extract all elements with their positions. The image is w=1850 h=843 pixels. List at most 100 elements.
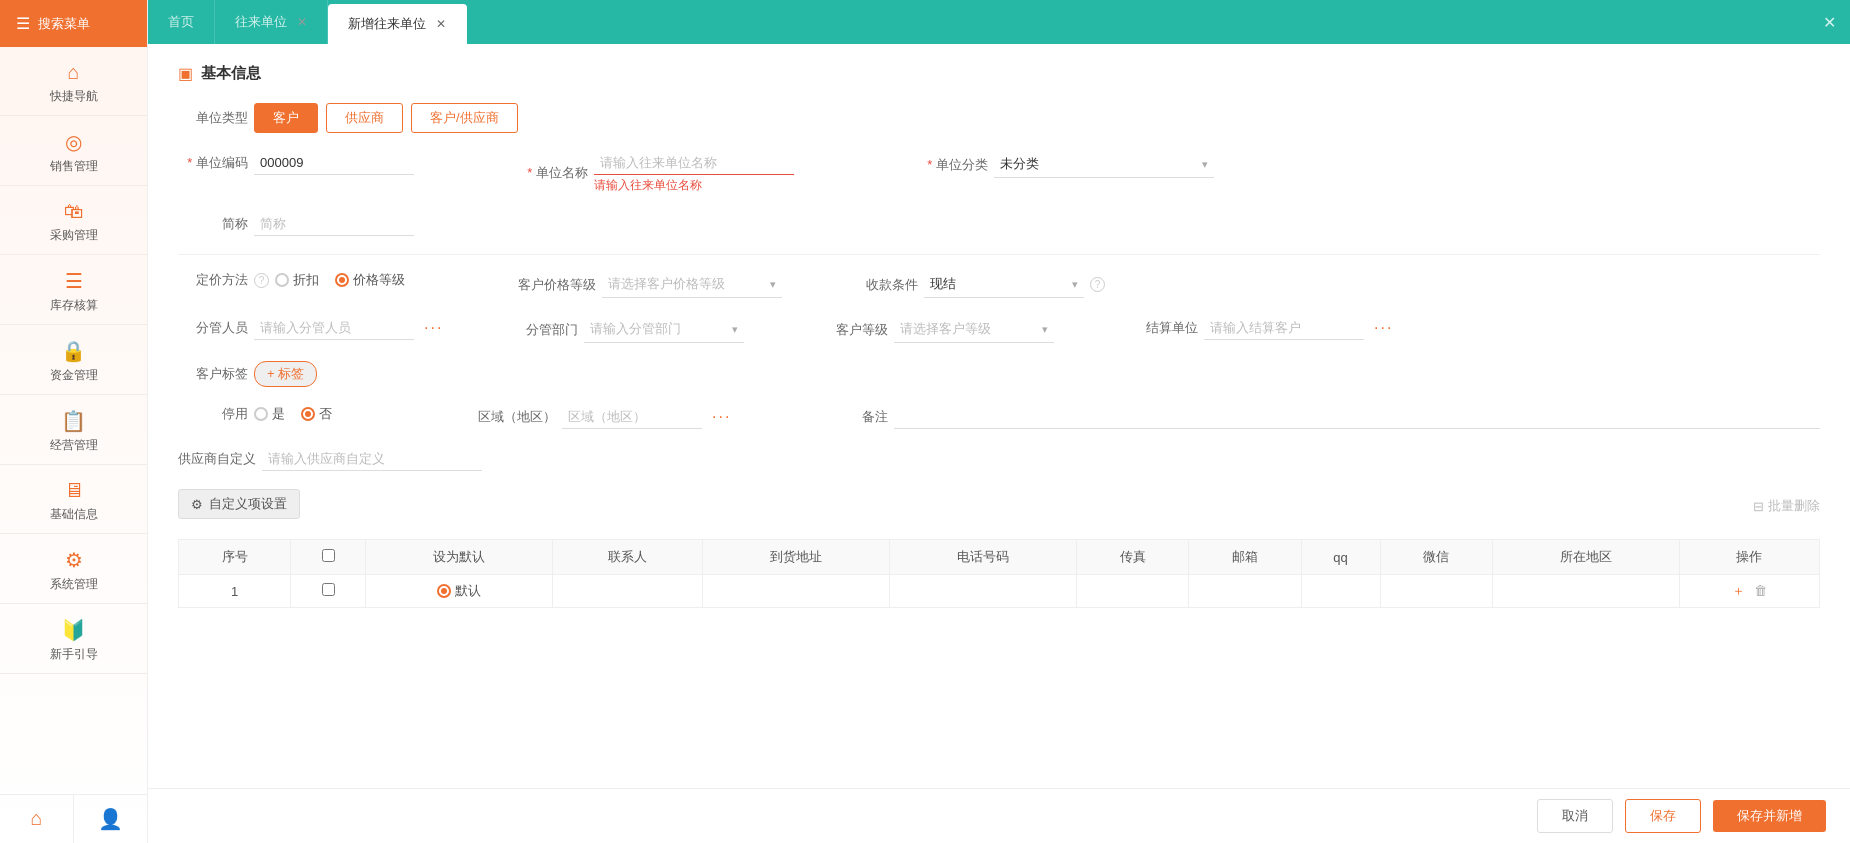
row-fax[interactable]	[1077, 575, 1189, 608]
system-icon: ⚙	[65, 548, 83, 572]
row-default-label: 默认	[455, 582, 481, 600]
section-title: 基本信息	[201, 64, 261, 83]
supplier-custom-input[interactable]	[262, 447, 482, 471]
tab-home-label: 首页	[168, 13, 194, 31]
sidebar-item-label: 资金管理	[50, 367, 98, 384]
sales-icon: ◎	[65, 130, 82, 154]
tab-new-partner-close[interactable]: ✕	[436, 17, 446, 31]
sidebar-item-inventory[interactable]: ☰ 库存核算	[0, 255, 147, 325]
row-wechat[interactable]	[1380, 575, 1492, 608]
short-name-input[interactable]	[254, 212, 414, 236]
close-all-tabs[interactable]: ✕	[1809, 0, 1850, 44]
unit-code-group: 单位编码	[178, 151, 458, 175]
sidebar: ☰ 搜索菜单 ⌂ 快捷导航 ◎ 销售管理 🛍 采购管理 ☰ 库存核算 🔒 资金管…	[0, 0, 148, 843]
customer-level-select[interactable]: 请选择客户等级 ▾	[894, 316, 1054, 343]
table-section: ⚙ 自定义项设置 ⊟ 批量删除 序号 设为默认 联系人 到货地址	[178, 489, 1820, 608]
customer-price-select[interactable]: 请选择客户价格等级 ▾	[602, 271, 782, 298]
remark-input[interactable]	[894, 405, 1820, 429]
unit-btn-supplier[interactable]: 供应商	[326, 103, 403, 133]
row-contact[interactable]	[553, 575, 703, 608]
row-select-checkbox[interactable]	[322, 583, 335, 596]
batch-delete-button[interactable]: ⊟ 批量删除	[1753, 497, 1820, 515]
payment-terms-label: 收款条件	[848, 276, 918, 294]
sidebar-item-quick-nav[interactable]: ⌂ 快捷导航	[0, 47, 147, 116]
supplier-custom-group: 供应商自定义	[178, 447, 578, 471]
tab-partners-close[interactable]: ✕	[297, 15, 307, 29]
help-icon-pricing[interactable]: ?	[254, 273, 269, 288]
settlement-input[interactable]	[1204, 316, 1364, 340]
row-phone[interactable]	[889, 575, 1076, 608]
save-button[interactable]: 保存	[1625, 799, 1701, 833]
settlement-more-btn[interactable]: ···	[1370, 319, 1397, 337]
disabled-radio-yes[interactable]: 是	[254, 405, 285, 423]
disabled-radio-group: 是 否	[254, 405, 332, 423]
home-bottom-btn[interactable]: ⌂	[0, 795, 74, 843]
sidebar-item-finance[interactable]: 🔒 资金管理	[0, 325, 147, 395]
col-action: 操作	[1679, 540, 1819, 575]
help-icon-payment[interactable]: ?	[1090, 277, 1105, 292]
pricing-method-group: 定价方法 ? 折扣 价格等级	[178, 271, 498, 289]
customer-level-group: 客户等级 请选择客户等级 ▾	[818, 316, 1098, 343]
sidebar-item-operations[interactable]: 📋 经营管理	[0, 395, 147, 465]
footer: 取消 保存 保存并新增	[148, 788, 1850, 843]
pricing-radio-level[interactable]: 价格等级	[335, 271, 405, 289]
sidebar-item-system[interactable]: ⚙ 系统管理	[0, 534, 147, 604]
unit-name-group: 单位名称 请输入往来单位名称	[518, 151, 858, 194]
tab-home[interactable]: 首页	[148, 0, 215, 44]
tab-partners[interactable]: 往来单位 ✕	[215, 0, 328, 44]
row-address[interactable]	[702, 575, 889, 608]
radio-circle-no	[301, 407, 315, 421]
sidebar-item-sales[interactable]: ◎ 销售管理	[0, 116, 147, 186]
sidebar-item-label: 基础信息	[50, 506, 98, 523]
unit-btn-customer[interactable]: 客户	[254, 103, 318, 133]
region-more-btn[interactable]: ···	[708, 408, 735, 426]
unit-name-wrapper: 请输入往来单位名称	[594, 151, 858, 194]
user-bottom-btn[interactable]: 👤	[74, 795, 147, 843]
row-default-radio[interactable]: 默认	[372, 582, 546, 600]
pricing-row: 定价方法 ? 折扣 价格等级 客户价格等级 请选择客户价格等级	[178, 271, 1820, 298]
col-default: 设为默认	[366, 540, 553, 575]
add-row-icon[interactable]: ＋	[1732, 583, 1745, 598]
add-tag-button[interactable]: + 标签	[254, 361, 317, 387]
disabled-radio-no[interactable]: 否	[301, 405, 332, 423]
save-new-button[interactable]: 保存并新增	[1713, 800, 1826, 832]
dept-select[interactable]: 请输入分管部门 ▾	[584, 316, 744, 343]
delete-row-icon[interactable]: 🗑	[1754, 583, 1767, 598]
row-qq[interactable]	[1301, 575, 1380, 608]
form-content: ▣ 基本信息 单位类型 客户 供应商 客户/供应商 单位编码 单位名称	[148, 44, 1850, 788]
col-checkbox[interactable]	[291, 540, 366, 575]
search-menu[interactable]: ☰ 搜索菜单	[0, 0, 147, 47]
manager-row: 分管人员 ··· 分管部门 请输入分管部门 ▾ 客户等级 请选择客户等级 ▾ 结…	[178, 316, 1820, 343]
payment-terms-select[interactable]: 现结 ▾	[924, 271, 1084, 298]
row-region[interactable]	[1492, 575, 1679, 608]
row-checkbox[interactable]	[291, 575, 366, 608]
disabled-group: 停用 是 否	[178, 405, 418, 423]
row-default-radio-circle	[437, 584, 451, 598]
tag-label: 客户标签	[178, 365, 248, 383]
cancel-button[interactable]: 取消	[1537, 799, 1613, 833]
unit-btn-both[interactable]: 客户/供应商	[411, 103, 518, 133]
supplier-custom-row: 供应商自定义	[178, 447, 1820, 471]
unit-code-input[interactable]	[254, 151, 414, 175]
sidebar-item-guide[interactable]: 🔰 新手引导	[0, 604, 147, 674]
row-email[interactable]	[1189, 575, 1301, 608]
customer-price-placeholder: 请选择客户价格等级	[608, 275, 725, 293]
unit-name-input[interactable]	[594, 151, 794, 175]
short-name-group: 简称	[178, 212, 458, 236]
select-all-checkbox[interactable]	[322, 549, 335, 562]
tab-new-partner[interactable]: 新增往来单位 ✕	[328, 4, 467, 44]
pricing-radio-discount[interactable]: 折扣	[275, 271, 319, 289]
sidebar-item-purchase[interactable]: 🛍 采购管理	[0, 186, 147, 255]
remark-label: 备注	[818, 408, 888, 426]
col-fax: 传真	[1077, 540, 1189, 575]
customer-price-label: 客户价格等级	[518, 276, 596, 294]
manager-input[interactable]	[254, 316, 414, 340]
unit-category-select[interactable]: 未分类 ▾	[994, 151, 1214, 178]
sidebar-item-basic-info[interactable]: 🖥 基础信息	[0, 465, 147, 534]
region-input[interactable]	[562, 405, 702, 429]
disabled-yes-label: 是	[272, 405, 285, 423]
manager-more-btn[interactable]: ···	[420, 319, 447, 337]
payment-terms-group: 收款条件 现结 ▾ ?	[848, 271, 1820, 298]
radio-circle-discount	[275, 273, 289, 287]
custom-settings-button[interactable]: ⚙ 自定义项设置	[178, 489, 300, 519]
